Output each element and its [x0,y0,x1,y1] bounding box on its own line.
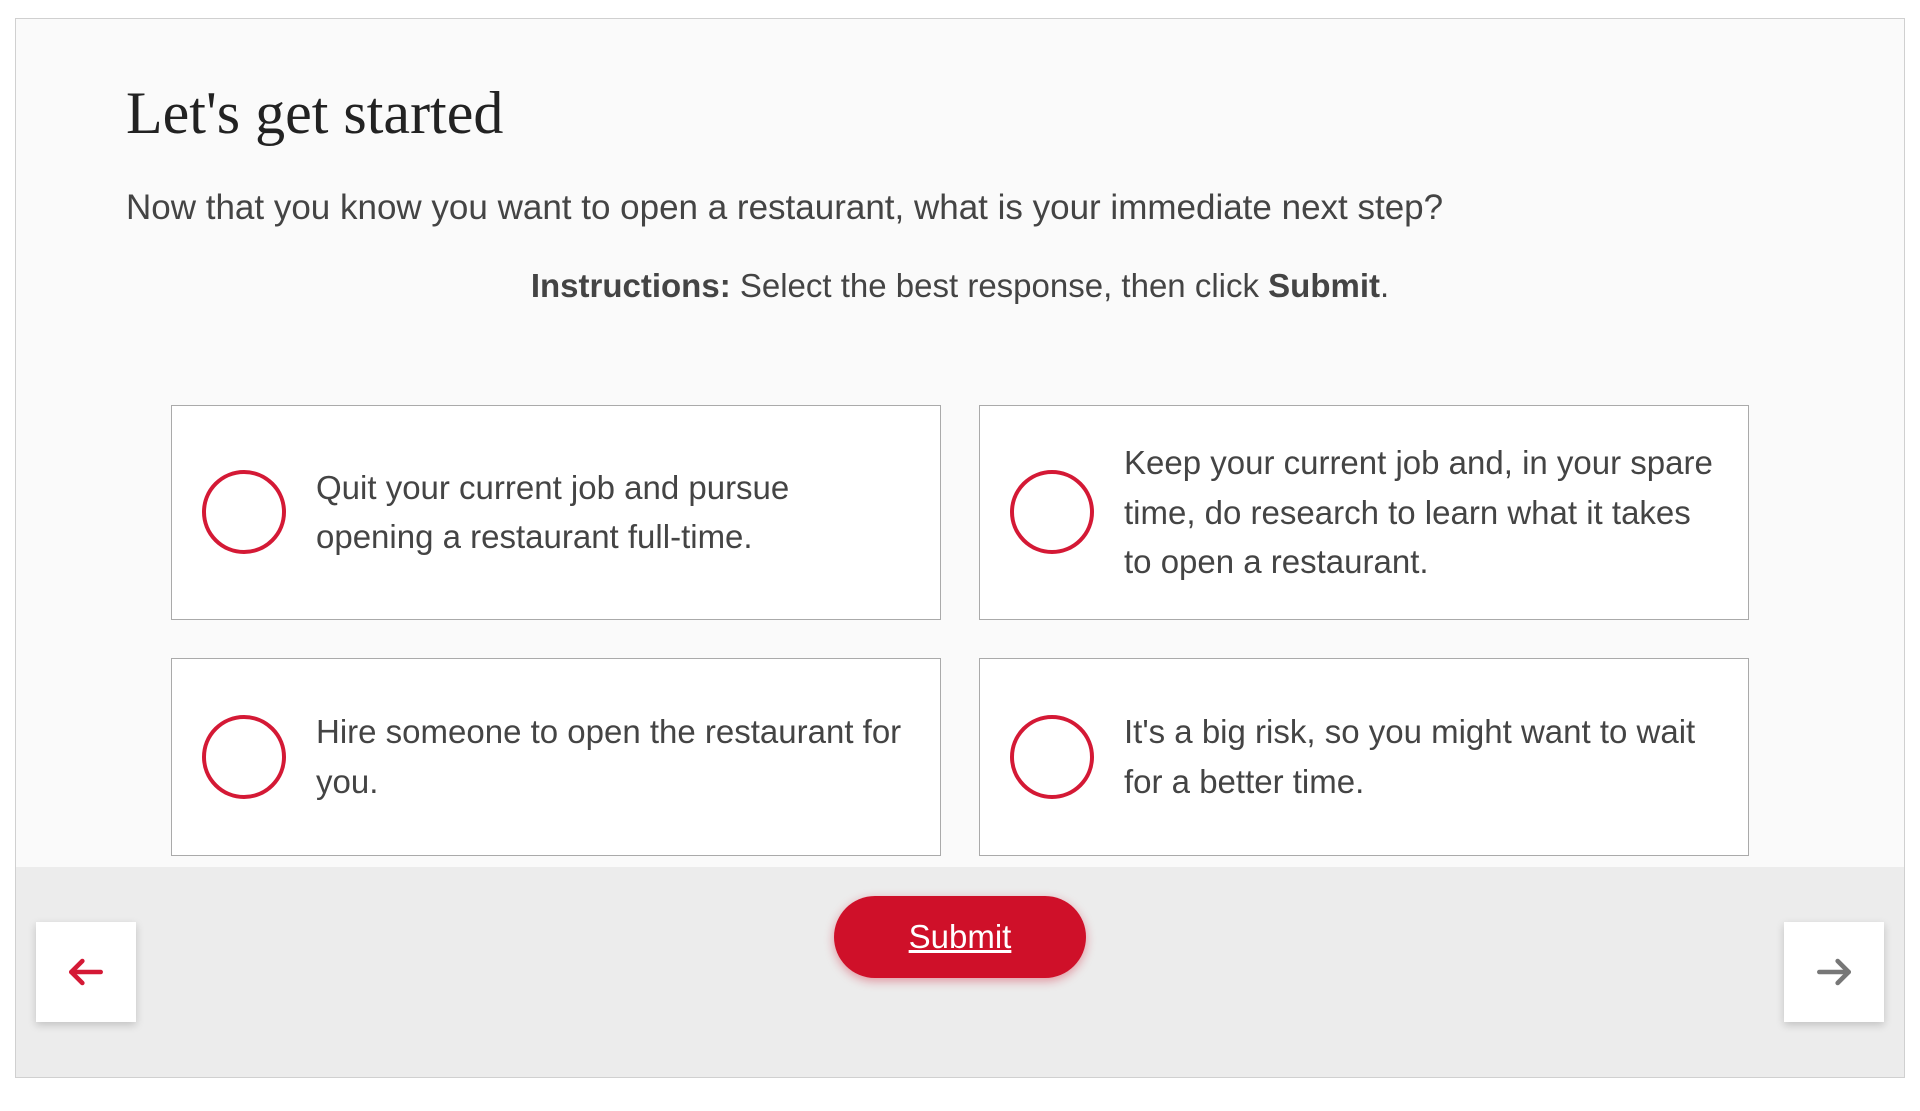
page-title: Let's get started [126,79,1794,148]
options-grid: Quit your current job and pursue opening… [126,405,1794,856]
prev-button[interactable] [36,922,136,1022]
content-area: Let's get started Now that you know you … [16,19,1904,856]
radio-icon [202,715,286,799]
question-text: Now that you know you want to open a res… [126,183,1794,232]
footer-bar: Submit [16,867,1904,1077]
next-button[interactable] [1784,922,1884,1022]
instructions-middle: Select the best response, then click [731,267,1268,304]
option-text: It's a big risk, so you might want to wa… [1124,707,1718,806]
option-card-4[interactable]: It's a big risk, so you might want to wa… [979,658,1749,856]
arrow-right-icon [1812,950,1856,994]
option-card-3[interactable]: Hire someone to open the restaurant for … [171,658,941,856]
instructions-bold-word: Submit [1268,267,1380,304]
radio-icon [202,470,286,554]
arrow-left-icon [64,950,108,994]
instructions-prefix: Instructions: [531,267,731,304]
option-text: Quit your current job and pursue opening… [316,463,910,562]
option-text: Hire someone to open the restaurant for … [316,707,910,806]
submit-button[interactable]: Submit [834,896,1087,978]
option-card-2[interactable]: Keep your current job and, in your spare… [979,405,1749,620]
radio-icon [1010,470,1094,554]
radio-icon [1010,715,1094,799]
instructions-suffix: . [1380,267,1389,304]
quiz-slide: Let's get started Now that you know you … [15,18,1905,1078]
option-text: Keep your current job and, in your spare… [1124,438,1718,587]
instructions-text: Instructions: Select the best response, … [126,267,1794,305]
option-card-1[interactable]: Quit your current job and pursue opening… [171,405,941,620]
